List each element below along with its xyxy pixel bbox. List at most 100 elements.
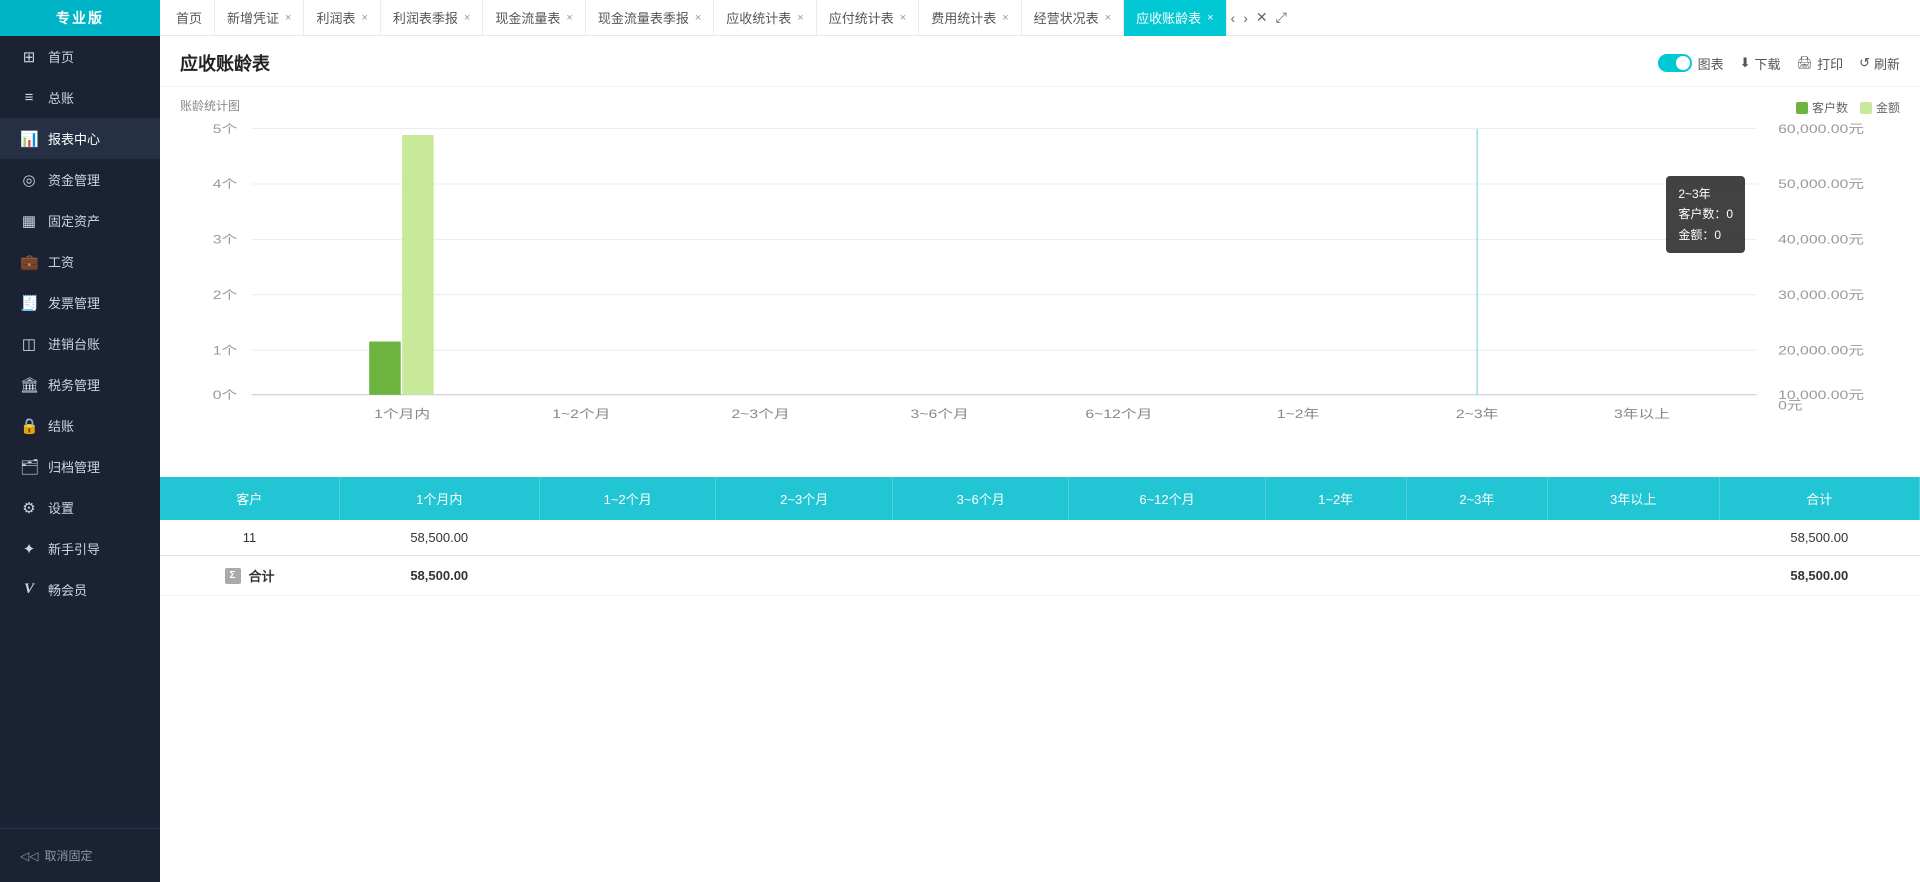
header-actions: 图表 ⬇ 下载 🖨 打印 ↺ 刷新 [1658,54,1900,73]
tab-profit-label: 利润表 [316,8,355,27]
total-month12 [539,556,716,596]
col-header-month612: 6~12个月 [1069,477,1265,520]
svg-text:5个: 5个 [213,122,238,135]
tab-bar: 首页 新增凭证 × 利润表 × 利润表季报 × 现金流量表 × 现金流量表季报 … [160,0,1920,36]
tab-next-button[interactable]: › [1239,0,1252,36]
sidebar-item-assets[interactable]: ▦ 固定资产 [0,200,160,241]
sidebar-item-closing[interactable]: 🔒 结账 [0,405,160,446]
tab-cashflow-quarterly[interactable]: 现金流量表季报 × [586,0,714,36]
total-label-cell: Σ 合计 [160,556,339,596]
sidebar-toggle-pin[interactable]: ◁◁ 取消固定 [0,839,160,872]
svg-text:1个月内: 1个月内 [374,407,430,420]
chart-toggle-label: 图表 [1698,54,1724,73]
tab-receivable-stats[interactable]: 应收统计表 × [714,0,816,36]
tab-business-status-close[interactable]: × [1105,12,1111,24]
tab-cashflow-quarterly-label: 现金流量表季报 [598,8,689,27]
tab-aging[interactable]: 应收账龄表 × [1124,0,1226,36]
cell-month612 [1069,520,1265,556]
pin-icon: ◁◁ [20,849,38,863]
sidebar-item-guide[interactable]: ✦ 新手引导 [0,528,160,569]
table-header-row: 客户 1个月内 1~2个月 2~3个月 3~6个月 6~12个月 1~2年 2~… [160,477,1920,520]
total-icon: Σ [225,568,241,584]
tab-expense-stats-close[interactable]: × [1002,12,1008,24]
bar-month1-amount [402,135,434,395]
tab-voucher-close[interactable]: × [285,12,291,24]
tab-close-all-button[interactable]: ✕ [1252,0,1272,36]
sidebar-item-home[interactable]: ⊞ 首页 [0,36,160,77]
chart-toggle[interactable]: 图表 [1658,54,1724,73]
tab-expense-stats[interactable]: 费用统计表 × [919,0,1021,36]
tab-voucher[interactable]: 新增凭证 × [215,0,304,36]
sidebar-item-invoice[interactable]: 🧾 发票管理 [0,282,160,323]
sidebar-label-settings: 设置 [48,498,74,517]
cell-year12 [1265,520,1406,556]
sidebar-label-sales: 进销台账 [48,334,100,353]
sidebar-label-reports: 报表中心 [48,129,100,148]
tab-profit-close[interactable]: × [361,12,367,24]
refresh-button[interactable]: ↺ 刷新 [1859,54,1900,73]
tab-prev-button[interactable]: ‹ [1227,0,1240,36]
sidebar-item-tax[interactable]: 🏛 税务管理 [0,364,160,405]
tab-payable-stats-label: 应付统计表 [829,8,894,27]
tab-receivable-stats-label: 应收统计表 [726,8,791,27]
sidebar-label-salary: 工资 [48,252,74,271]
download-icon: ⬇ [1740,55,1751,71]
switch-thumb [1676,56,1690,70]
sidebar-item-salary[interactable]: 💼 工资 [0,241,160,282]
tab-expand-button[interactable]: ⤢ [1272,0,1291,36]
sidebar-item-reports[interactable]: 📊 报表中心 [0,118,160,159]
tab-expense-stats-label: 费用统计表 [931,8,996,27]
col-header-customer: 客户 [160,477,339,520]
tab-profit-quarterly-close[interactable]: × [464,12,470,24]
tab-payable-stats-close[interactable]: × [900,12,906,24]
chart-container: 账龄统计图 客户数 金额 [160,87,1920,477]
svg-text:3~6个月: 3~6个月 [911,407,969,420]
tab-payable-stats[interactable]: 应付统计表 × [817,0,919,36]
sidebar-label-tax: 税务管理 [48,375,100,394]
svg-text:3个: 3个 [213,233,238,246]
tab-cashflow[interactable]: 现金流量表 × [483,0,585,36]
cell-year23 [1406,520,1547,556]
sidebar-item-settings[interactable]: ⚙ 设置 [0,487,160,528]
col-header-total: 合计 [1719,477,1919,520]
svg-text:1~2年: 1~2年 [1277,407,1320,420]
page-header: 应收账龄表 图表 ⬇ 下载 🖨 打印 ↺ 刷新 [160,36,1920,87]
sidebar-item-ledger[interactable]: ≡ 总账 [0,77,160,118]
print-button[interactable]: 🖨 打印 [1797,54,1844,73]
content-area: 应收账龄表 图表 ⬇ 下载 🖨 打印 ↺ 刷新 [160,36,1920,882]
svg-text:20,000.00元: 20,000.00元 [1778,343,1864,356]
tab-home[interactable]: 首页 [164,0,215,36]
cell-month23 [716,520,893,556]
legend-amount-label: 金额 [1876,99,1900,116]
tab-business-status-label: 经营状况表 [1034,8,1099,27]
tab-receivable-stats-close[interactable]: × [797,12,803,24]
tab-cashflow-close[interactable]: × [566,12,572,24]
svg-text:60,000.00元: 60,000.00元 [1778,122,1864,135]
sidebar-item-archive[interactable]: 🗂 归档管理 [0,446,160,487]
sidebar-item-funds[interactable]: ◎ 资金管理 [0,159,160,200]
bar-month1-customers [369,342,401,395]
svg-text:2个: 2个 [213,288,238,301]
col-header-month12: 1~2个月 [539,477,716,520]
sidebar-item-member[interactable]: V 畅会员 [0,569,160,610]
tab-cashflow-quarterly-close[interactable]: × [695,12,701,24]
sidebar-item-sales[interactable]: ◫ 进销台账 [0,323,160,364]
download-label: 下载 [1755,54,1781,73]
switch-track[interactable] [1658,54,1692,72]
tab-aging-close[interactable]: × [1207,12,1213,24]
sidebar-label-invoice: 发票管理 [48,293,100,312]
col-header-year3plus: 3年以上 [1548,477,1720,520]
svg-text:1个: 1个 [213,343,238,356]
legend-customers-label: 客户数 [1812,99,1848,116]
tab-profit-quarterly[interactable]: 利润表季报 × [381,0,483,36]
total-year12 [1265,556,1406,596]
tab-profit[interactable]: 利润表 × [304,0,380,36]
tab-business-status[interactable]: 经营状况表 × [1022,0,1124,36]
cell-customer: 11 [160,520,339,556]
cell-month36 [892,520,1069,556]
svg-text:6~12个月: 6~12个月 [1085,407,1152,420]
tab-profit-quarterly-label: 利润表季报 [393,8,458,27]
page-title: 应收账龄表 [180,50,270,76]
svg-text:40,000.00元: 40,000.00元 [1778,233,1864,246]
download-button[interactable]: ⬇ 下载 [1740,54,1781,73]
